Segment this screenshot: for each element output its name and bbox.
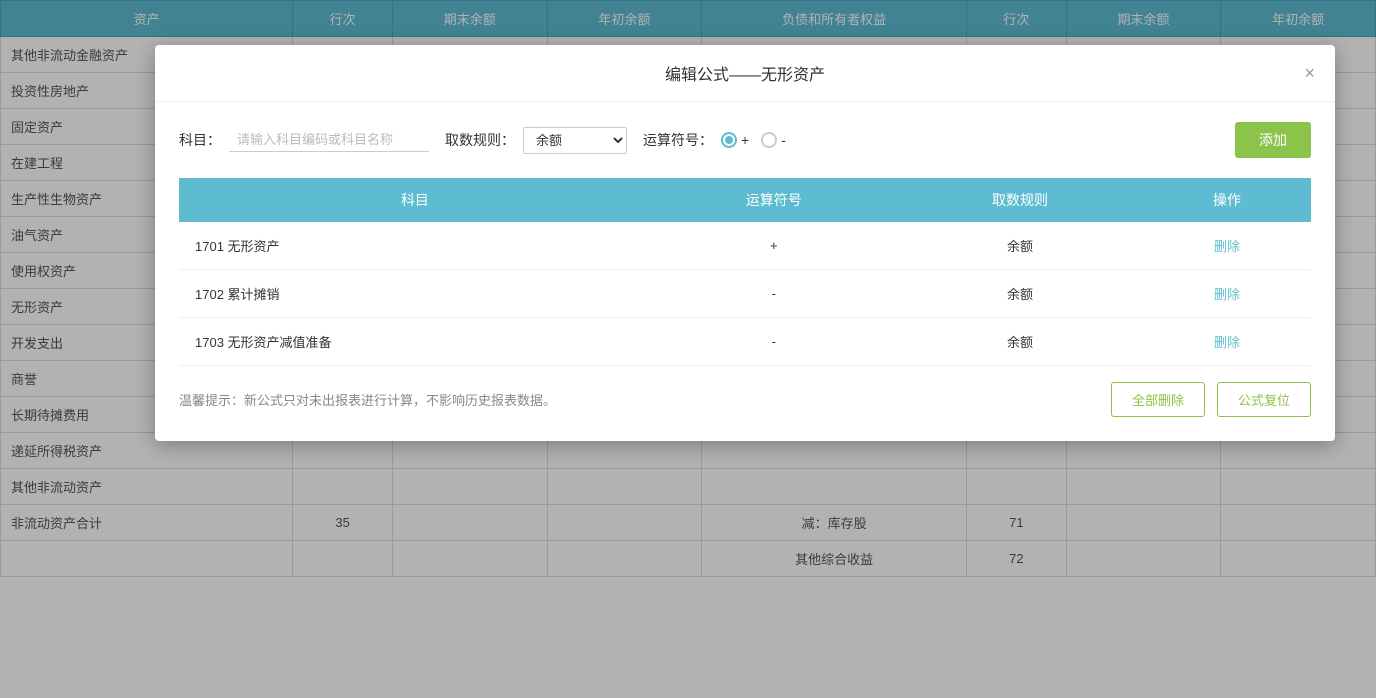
modal-hint: 温馨提示：新公式只对未出报表进行计算，不影响历史报表数据。 bbox=[179, 390, 556, 409]
modal-title: 编辑公式——无形资产 bbox=[665, 61, 825, 85]
rule-select[interactable]: 余额 借方发生额 贷方发生额 bbox=[523, 127, 627, 154]
row-subject: 1703 无形资产减值准备 bbox=[179, 318, 651, 366]
row-rule: 余额 bbox=[897, 270, 1143, 318]
modal-form: 科目： 取数规则： 余额 借方发生额 贷方发生额 运算符号： + bbox=[155, 102, 1335, 178]
row-operator: + bbox=[651, 222, 897, 270]
modal-footer-buttons: 全部删除 公式复位 bbox=[1111, 382, 1311, 417]
modal-table: 科目 运算符号 取数规则 操作 1701 无形资产+余额删除1702 累计摊销-… bbox=[179, 178, 1311, 366]
radio-circle-plus bbox=[721, 132, 737, 148]
row-rule: 余额 bbox=[897, 222, 1143, 270]
radio-group: + - bbox=[721, 132, 786, 148]
row-rule: 余额 bbox=[897, 318, 1143, 366]
rule-select-wrapper: 余额 借方发生额 贷方发生额 bbox=[523, 127, 627, 154]
reset-formula-button[interactable]: 公式复位 bbox=[1217, 382, 1311, 417]
row-operator: - bbox=[651, 270, 897, 318]
radio-minus[interactable]: - bbox=[761, 132, 786, 148]
radio-plus-label: + bbox=[741, 132, 749, 148]
table-header-subject: 科目 bbox=[179, 178, 651, 222]
modal-table-row: 1701 无形资产+余额 删除 bbox=[179, 222, 1311, 270]
delete-row-button[interactable]: 删除 bbox=[1214, 332, 1240, 351]
row-subject: 1701 无形资产 bbox=[179, 222, 651, 270]
add-button[interactable]: 添加 bbox=[1235, 122, 1311, 158]
modal-footer: 温馨提示：新公式只对未出报表进行计算，不影响历史报表数据。 全部删除 公式复位 bbox=[155, 366, 1335, 421]
modal-table-row: 1702 累计摊销-余额 删除 bbox=[179, 270, 1311, 318]
modal-header: 编辑公式——无形资产 × bbox=[155, 45, 1335, 102]
radio-circle-minus bbox=[761, 132, 777, 148]
subject-group: 科目： bbox=[179, 128, 429, 152]
modal-table-row: 1703 无形资产减值准备-余额 删除 bbox=[179, 318, 1311, 366]
rule-label: 取数规则： bbox=[445, 130, 515, 150]
operator-group: 运算符号： + - bbox=[643, 130, 786, 150]
row-action: 删除 bbox=[1143, 318, 1311, 366]
delete-all-button[interactable]: 全部删除 bbox=[1111, 382, 1205, 417]
modal-close-button[interactable]: × bbox=[1300, 60, 1319, 86]
modal-dialog: 编辑公式——无形资产 × 科目： 取数规则： 余额 借方发生额 贷方发生额 运算… bbox=[155, 45, 1335, 441]
row-action: 删除 bbox=[1143, 222, 1311, 270]
subject-input[interactable] bbox=[229, 128, 429, 152]
table-header-rule: 取数规则 bbox=[897, 178, 1143, 222]
row-subject: 1702 累计摊销 bbox=[179, 270, 651, 318]
operator-label: 运算符号： bbox=[643, 130, 713, 150]
table-header-operator: 运算符号 bbox=[651, 178, 897, 222]
delete-row-button[interactable]: 删除 bbox=[1214, 284, 1240, 303]
radio-minus-label: - bbox=[781, 132, 786, 148]
table-header-action: 操作 bbox=[1143, 178, 1311, 222]
row-action: 删除 bbox=[1143, 270, 1311, 318]
subject-label: 科目： bbox=[179, 130, 221, 150]
delete-row-button[interactable]: 删除 bbox=[1214, 236, 1240, 255]
modal-table-wrapper: 科目 运算符号 取数规则 操作 1701 无形资产+余额删除1702 累计摊销-… bbox=[155, 178, 1335, 366]
rule-group: 取数规则： 余额 借方发生额 贷方发生额 bbox=[445, 127, 627, 154]
radio-plus[interactable]: + bbox=[721, 132, 749, 148]
row-operator: - bbox=[651, 318, 897, 366]
